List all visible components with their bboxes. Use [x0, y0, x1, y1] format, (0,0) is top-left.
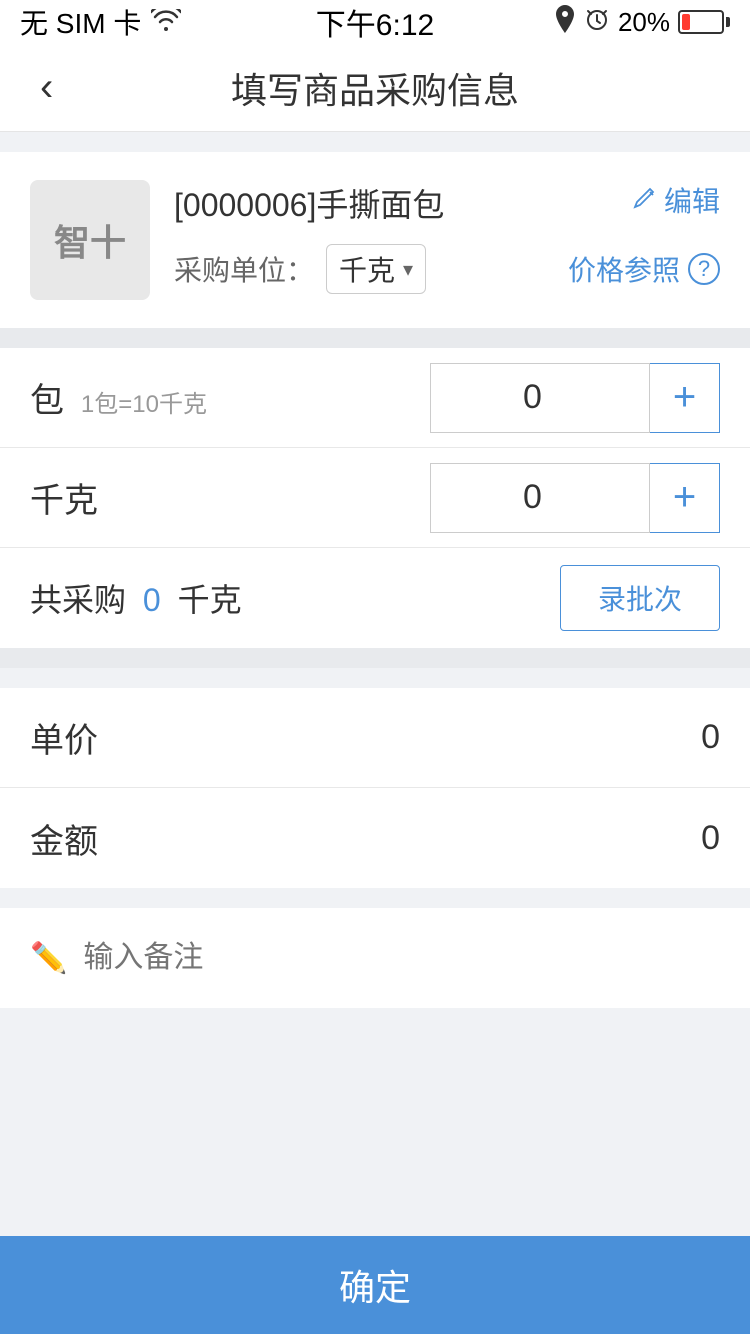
alarm-icon [584, 6, 610, 39]
bag-plus-button[interactable]: + [650, 363, 720, 433]
amount-row: 金额 0 [0, 788, 750, 888]
unit-label: 采购单位： [174, 249, 314, 289]
empty-space [0, 1008, 750, 1208]
kg-quantity-row: 千克 + [0, 448, 750, 548]
product-logo-text: 智十 [54, 214, 126, 266]
amount-value: 0 [701, 819, 720, 858]
unit-value: 千克 [339, 249, 395, 289]
back-button[interactable]: ‹ [30, 55, 63, 120]
kg-unit-label: 千克 [30, 482, 98, 520]
bag-quantity-row: 包 1包=10千克 + [0, 348, 750, 448]
page-title: 填写商品采购信息 [231, 62, 519, 114]
status-right: 20% [554, 5, 730, 40]
total-section: 共采购 0 千克 录批次 [0, 548, 750, 648]
price-section: 单价 0 金额 0 [0, 688, 750, 888]
chevron-down-icon: ▾ [403, 257, 413, 282]
product-card: 智十 [0000006]手撕面包 编辑 采购单位： 千克 ▾ 价格参照 [0, 152, 750, 328]
kg-plus-button[interactable]: + [650, 463, 720, 533]
bag-input-control: + [430, 363, 720, 433]
total-text: 共采购 0 千克 [30, 575, 242, 621]
notes-input[interactable] [83, 941, 720, 975]
battery-percent: 20% [618, 7, 670, 38]
section-divider-1 [0, 328, 750, 348]
wifi-icon [151, 6, 181, 38]
kg-input-control: + [430, 463, 720, 533]
batch-button[interactable]: 录批次 [560, 565, 720, 631]
pencil-icon: ✏️ [30, 941, 67, 976]
unit-price-value: 0 [701, 718, 720, 757]
bag-quantity-input[interactable] [430, 363, 650, 433]
product-image: 智十 [30, 180, 150, 300]
edit-icon [632, 187, 658, 213]
bag-label: 包 1包=10千克 [30, 373, 430, 422]
product-full-name: [0000006]手撕面包 [174, 180, 444, 226]
location-icon [554, 5, 576, 40]
product-header: [0000006]手撕面包 编辑 [174, 180, 720, 226]
info-icon: ? [688, 253, 720, 285]
total-value: 0 [143, 582, 161, 618]
price-ref-button[interactable]: 价格参照 ? [568, 249, 720, 289]
amount-label: 金额 [30, 814, 701, 863]
carrier-label: 无 SIM 卡 [20, 2, 141, 42]
edit-button[interactable]: 编辑 [632, 180, 720, 220]
quantity-section: 包 1包=10千克 + 千克 + [0, 348, 750, 548]
product-unit-row: 采购单位： 千克 ▾ 价格参照 ? [174, 244, 720, 294]
unit-price-row: 单价 0 [0, 688, 750, 788]
bag-unit-label: 包 [30, 382, 64, 420]
notes-section: ✏️ [0, 908, 750, 1008]
section-divider-2 [0, 648, 750, 668]
bag-conversion-label: 1包=10千克 [81, 391, 207, 418]
confirm-button[interactable]: 确定 [0, 1236, 750, 1334]
unit-price-label: 单价 [30, 713, 701, 762]
status-left: 无 SIM 卡 [20, 2, 181, 42]
nav-bar: ‹ 填写商品采购信息 [0, 44, 750, 132]
kg-quantity-input[interactable] [430, 463, 650, 533]
status-time: 下午6:12 [316, 0, 434, 44]
status-bar: 无 SIM 卡 下午6:12 20% [0, 0, 750, 44]
battery-icon [678, 10, 730, 34]
product-info: [0000006]手撕面包 编辑 采购单位： 千克 ▾ 价格参照 ? [174, 180, 720, 294]
kg-label: 千克 [30, 473, 430, 522]
unit-select-button[interactable]: 千克 ▾ [326, 244, 426, 294]
